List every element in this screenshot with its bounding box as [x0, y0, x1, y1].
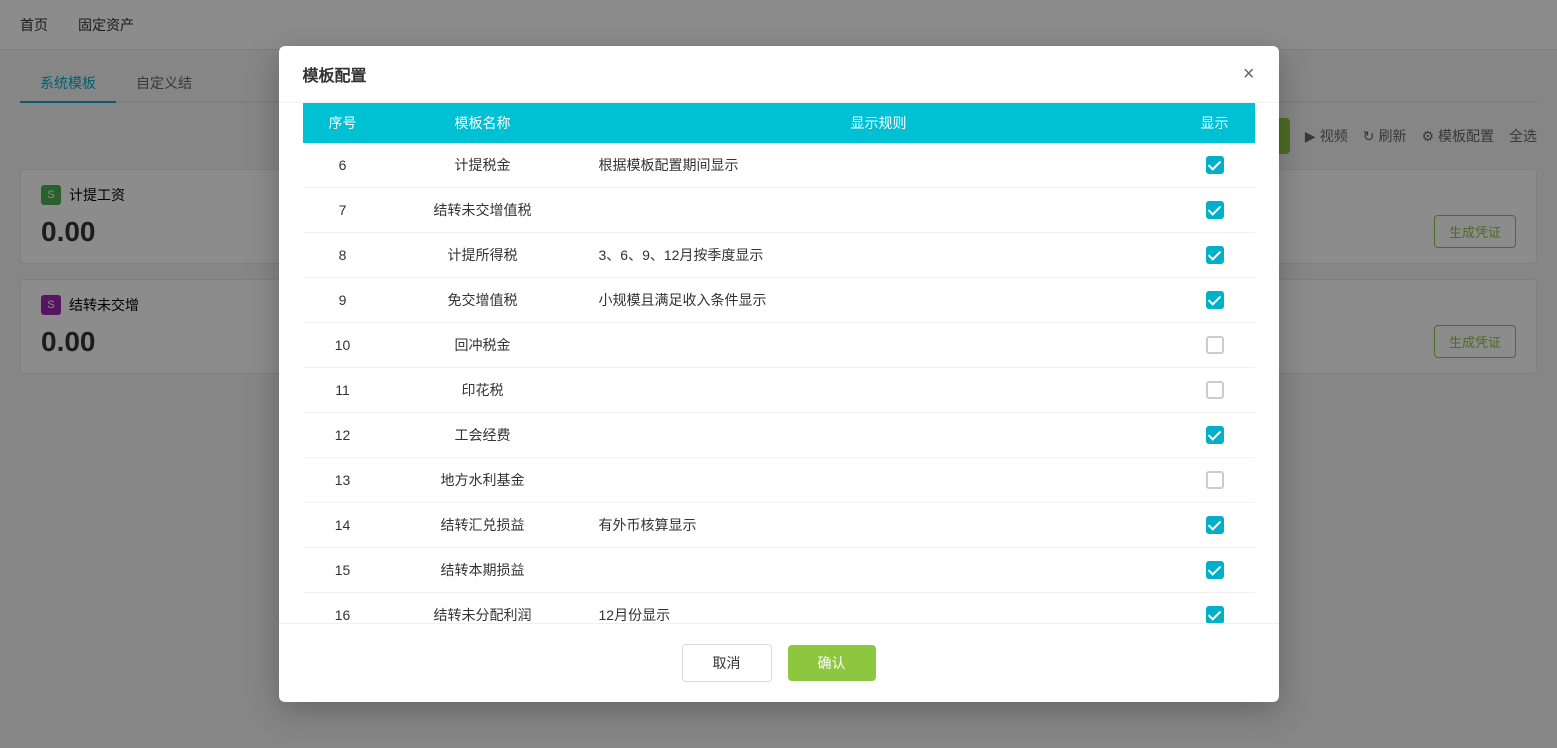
checkbox-show[interactable] — [1206, 471, 1224, 489]
col-header-rule: 显示规则 — [583, 103, 1175, 143]
cell-checkbox[interactable] — [1175, 278, 1255, 323]
col-header-seq: 序号 — [303, 103, 383, 143]
checkbox-show[interactable] — [1206, 426, 1224, 444]
checkbox-show[interactable] — [1206, 201, 1224, 219]
col-header-show: 显示 — [1175, 103, 1255, 143]
cell-rule: 小规模且满足收入条件显示 — [583, 278, 1175, 323]
table-row: 12工会经费 — [303, 413, 1255, 458]
cell-rule: 根据模板配置期间显示 — [583, 143, 1175, 188]
cell-seq: 13 — [303, 458, 383, 503]
modal-overlay: 模板配置 × 序号 模板名称 显示规则 显示 6计提税金根据模板配置期间显示7结… — [0, 0, 1557, 748]
cell-seq: 9 — [303, 278, 383, 323]
cell-checkbox[interactable] — [1175, 233, 1255, 278]
cell-seq: 15 — [303, 548, 383, 593]
checkbox-show[interactable] — [1206, 291, 1224, 309]
cell-rule: 3、6、9、12月按季度显示 — [583, 233, 1175, 278]
cell-seq: 6 — [303, 143, 383, 188]
cell-name: 回冲税金 — [383, 323, 583, 368]
cell-rule — [583, 368, 1175, 413]
table-row: 10回冲税金 — [303, 323, 1255, 368]
cell-seq: 14 — [303, 503, 383, 548]
cell-seq: 7 — [303, 188, 383, 233]
col-header-name: 模板名称 — [383, 103, 583, 143]
cell-name: 结转未交增值税 — [383, 188, 583, 233]
table-header-row: 序号 模板名称 显示规则 显示 — [303, 103, 1255, 143]
cell-rule — [583, 188, 1175, 233]
cell-rule: 12月份显示 — [583, 593, 1175, 624]
cell-checkbox[interactable] — [1175, 188, 1255, 233]
checkbox-show[interactable] — [1206, 381, 1224, 399]
checkbox-show[interactable] — [1206, 156, 1224, 174]
cell-name: 计提所得税 — [383, 233, 583, 278]
table-row: 14结转汇兑损益有外币核算显示 — [303, 503, 1255, 548]
table-row: 6计提税金根据模板配置期间显示 — [303, 143, 1255, 188]
table-row: 9免交增值税小规模且满足收入条件显示 — [303, 278, 1255, 323]
cell-name: 印花税 — [383, 368, 583, 413]
checkbox-show[interactable] — [1206, 561, 1224, 579]
cell-name: 地方水利基金 — [383, 458, 583, 503]
table-row: 13地方水利基金 — [303, 458, 1255, 503]
table-scroll-area[interactable]: 序号 模板名称 显示规则 显示 6计提税金根据模板配置期间显示7结转未交增值税8… — [303, 103, 1255, 623]
cell-rule: 有外币核算显示 — [583, 503, 1175, 548]
modal-header: 模板配置 × — [279, 46, 1279, 103]
table-row: 16结转未分配利润12月份显示 — [303, 593, 1255, 624]
cell-rule — [583, 413, 1175, 458]
table-body: 6计提税金根据模板配置期间显示7结转未交增值税8计提所得税3、6、9、12月按季… — [303, 143, 1255, 623]
modal-body: 序号 模板名称 显示规则 显示 6计提税金根据模板配置期间显示7结转未交增值税8… — [279, 103, 1279, 623]
cell-name: 免交增值税 — [383, 278, 583, 323]
cell-name: 工会经费 — [383, 413, 583, 458]
cell-name: 结转本期损益 — [383, 548, 583, 593]
cancel-button[interactable]: 取消 — [682, 644, 772, 682]
cell-seq: 11 — [303, 368, 383, 413]
table-row: 7结转未交增值税 — [303, 188, 1255, 233]
confirm-button[interactable]: 确认 — [788, 645, 876, 681]
checkbox-show[interactable] — [1206, 606, 1224, 623]
checkbox-show[interactable] — [1206, 336, 1224, 354]
config-table: 序号 模板名称 显示规则 显示 6计提税金根据模板配置期间显示7结转未交增值税8… — [303, 103, 1255, 623]
cell-checkbox[interactable] — [1175, 143, 1255, 188]
cell-checkbox[interactable] — [1175, 593, 1255, 624]
cell-checkbox[interactable] — [1175, 458, 1255, 503]
cell-checkbox[interactable] — [1175, 413, 1255, 458]
modal-footer: 取消 确认 — [279, 623, 1279, 702]
checkbox-show[interactable] — [1206, 246, 1224, 264]
cell-name: 结转汇兑损益 — [383, 503, 583, 548]
cell-rule — [583, 323, 1175, 368]
cell-checkbox[interactable] — [1175, 323, 1255, 368]
modal-template-config: 模板配置 × 序号 模板名称 显示规则 显示 6计提税金根据模板配置期间显示7结… — [279, 46, 1279, 702]
table-row: 8计提所得税3、6、9、12月按季度显示 — [303, 233, 1255, 278]
checkbox-show[interactable] — [1206, 516, 1224, 534]
cell-seq: 16 — [303, 593, 383, 624]
cell-seq: 8 — [303, 233, 383, 278]
cell-checkbox[interactable] — [1175, 548, 1255, 593]
cell-seq: 12 — [303, 413, 383, 458]
modal-title: 模板配置 — [303, 62, 367, 86]
cell-rule — [583, 458, 1175, 503]
modal-close-button[interactable]: × — [1243, 64, 1255, 84]
table-row: 15结转本期损益 — [303, 548, 1255, 593]
table-row: 11印花税 — [303, 368, 1255, 413]
cell-seq: 10 — [303, 323, 383, 368]
cell-checkbox[interactable] — [1175, 503, 1255, 548]
cell-name: 计提税金 — [383, 143, 583, 188]
cell-checkbox[interactable] — [1175, 368, 1255, 413]
cell-rule — [583, 548, 1175, 593]
cell-name: 结转未分配利润 — [383, 593, 583, 624]
